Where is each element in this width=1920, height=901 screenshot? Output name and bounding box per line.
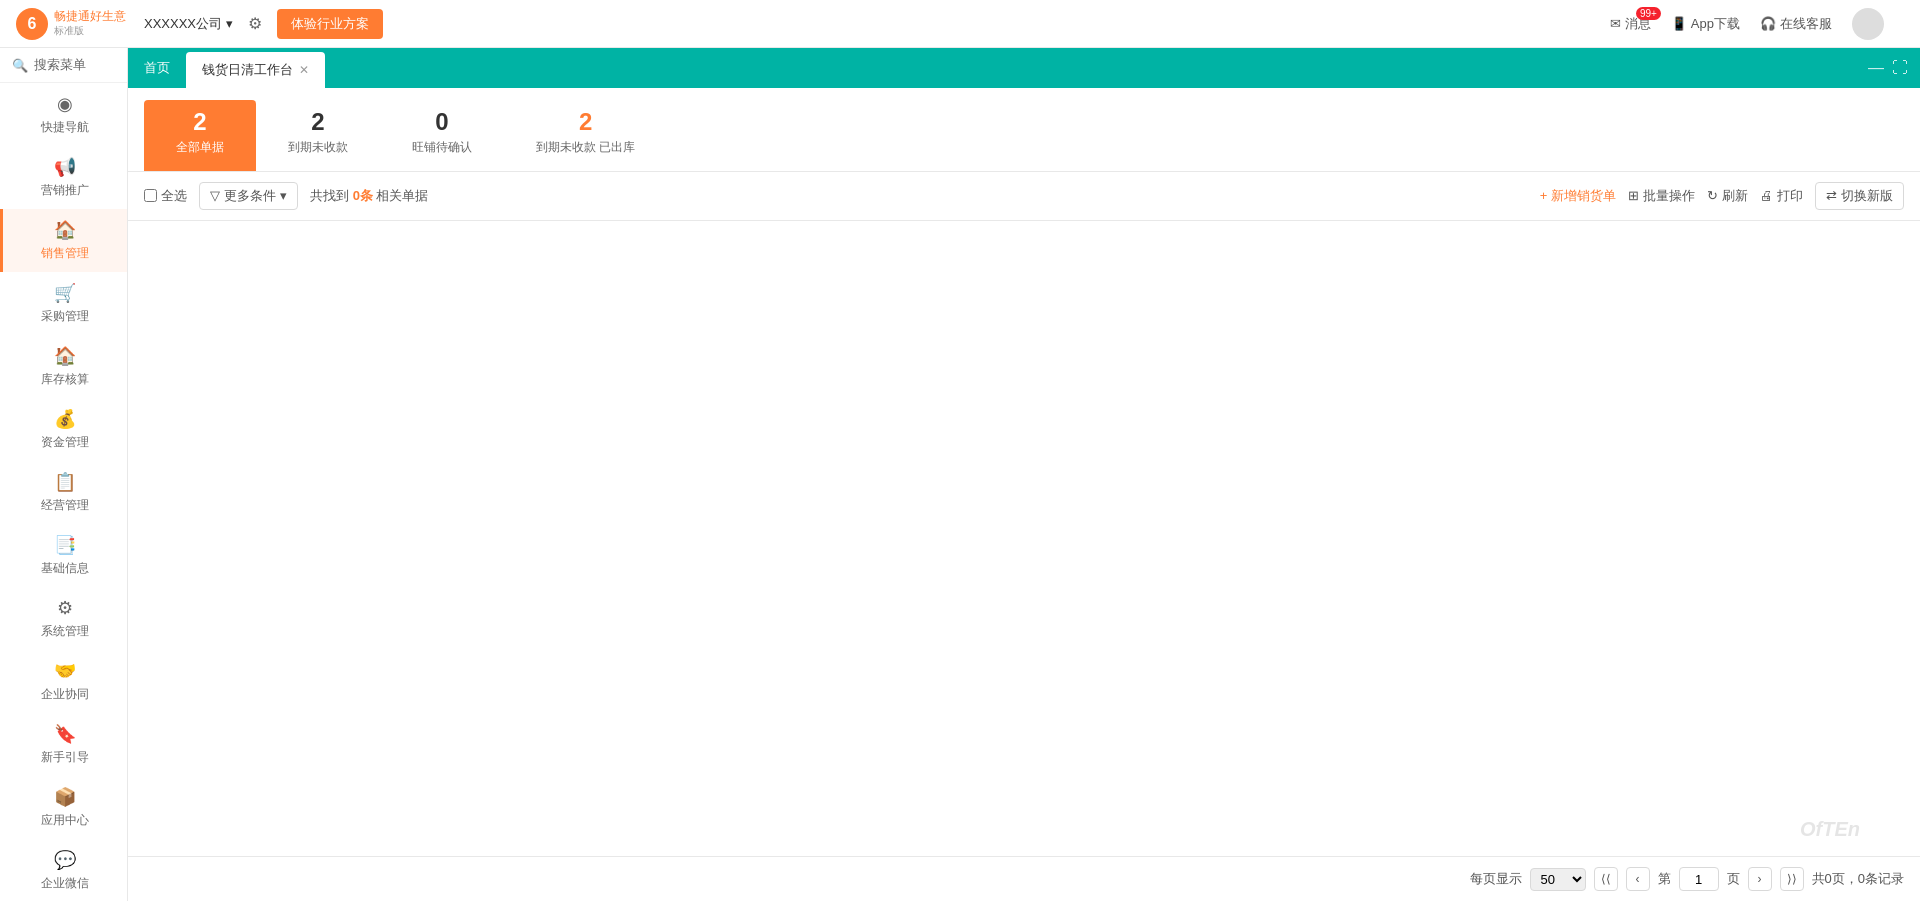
first-page-button[interactable]: ⟨⟨ — [1594, 867, 1618, 891]
batch-operation-button[interactable]: ⊞ 批量操作 — [1628, 187, 1695, 205]
sales-icon: 🏠 — [54, 219, 76, 241]
avatar[interactable] — [1852, 8, 1884, 40]
add-sales-button[interactable]: + 新增销货单 — [1540, 187, 1616, 205]
headset-icon: 🎧 — [1760, 16, 1776, 31]
system-icon: ⚙ — [57, 597, 73, 619]
sidebar-item-app-center[interactable]: 📦 应用中心 — [0, 776, 127, 839]
page-number-input[interactable] — [1679, 867, 1719, 891]
online-service-action[interactable]: 🎧 在线客服 — [1760, 15, 1832, 33]
print-icon: 🖨 — [1760, 188, 1773, 203]
page-content: 2 全部单据 2 到期未收款 0 旺铺待确认 2 到期未收款 已出库 — [128, 88, 1920, 901]
company-selector: XXXXXX公司 ▾ ⚙ 体验行业方案 — [144, 9, 1610, 39]
header-right: ✉ 消息 99+ 📱 App下载 🎧 在线客服 — [1610, 8, 1904, 40]
filter-button[interactable]: ▽ 更多条件 ▾ — [199, 182, 298, 210]
stat-tab-pending[interactable]: 0 旺铺待确认 — [380, 100, 504, 171]
experience-button[interactable]: 体验行业方案 — [277, 9, 383, 39]
finance-icon: 💰 — [54, 408, 76, 430]
toolbar: 全选 ▽ 更多条件 ▾ 共找到 0条 相关单据 + 新增销货单 — [128, 172, 1920, 221]
tab-expand-icon[interactable]: ⛶ — [1892, 59, 1908, 77]
sidebar-item-purchase[interactable]: 🛒 采购管理 — [0, 272, 127, 335]
chevron-down-icon: ▾ — [280, 188, 287, 203]
quick-nav-icon: ◉ — [57, 93, 73, 115]
main-layout: 🔍 搜索菜单 ◉ 快捷导航 📢 营销推广 🏠 销售管理 🛒 采购管理 🏠 库存核… — [0, 48, 1920, 901]
sidebar-item-enterprise[interactable]: 🤝 企业协同 — [0, 650, 127, 713]
basic-info-icon: 📑 — [54, 534, 76, 556]
message-action[interactable]: ✉ 消息 99+ — [1610, 15, 1651, 33]
batch-icon: ⊞ — [1628, 188, 1639, 203]
sidebar-item-wechat[interactable]: 💬 企业微信 — [0, 839, 127, 901]
stat-tab-shipped[interactable]: 2 到期未收款 已出库 — [504, 100, 667, 171]
found-count: 0条 — [353, 188, 373, 203]
logo-area: 6 畅捷通好生意 标准版 — [16, 8, 144, 40]
inventory-icon: 🏠 — [54, 345, 76, 367]
print-button[interactable]: 🖨 打印 — [1760, 187, 1803, 205]
sidebar-item-guide[interactable]: 🔖 新手引导 — [0, 713, 127, 776]
phone-icon: 📱 — [1671, 16, 1687, 31]
stats-tabs: 2 全部单据 2 到期未收款 0 旺铺待确认 2 到期未收款 已出库 — [128, 88, 1920, 172]
enterprise-icon: 🤝 — [54, 660, 76, 682]
app-center-icon: 📦 — [54, 786, 76, 808]
refresh-icon: ↻ — [1707, 188, 1718, 203]
sidebar-item-quick-nav[interactable]: ◉ 快捷导航 — [0, 83, 127, 146]
operations-icon: 📋 — [54, 471, 76, 493]
sidebar: 🔍 搜索菜单 ◉ 快捷导航 📢 营销推广 🏠 销售管理 🛒 采购管理 🏠 库存核… — [0, 48, 128, 901]
tab-bar: 首页 钱货日清工作台 ✕ — ⛶ — [128, 48, 1920, 88]
pagination-bar: 每页显示 50 100 200 ⟨⟨ ‹ 第 页 › ⟩⟩ 共0页，0条记录 — [128, 856, 1920, 901]
search-menu[interactable]: 🔍 搜索菜单 — [0, 48, 127, 83]
tab-bar-actions: — ⛶ — [1868, 59, 1920, 77]
sidebar-item-inventory[interactable]: 🏠 库存核算 — [0, 335, 127, 398]
search-icon: 🔍 — [12, 58, 28, 73]
switch-version-button[interactable]: ⇄ 切换新版 — [1815, 182, 1904, 210]
wechat-icon: 💬 — [54, 849, 76, 871]
found-text: 共找到 0条 相关单据 — [310, 187, 428, 205]
page-suffix: 页 — [1727, 870, 1740, 888]
sidebar-item-sales[interactable]: 🏠 销售管理 — [0, 209, 127, 272]
stat-tab-all[interactable]: 2 全部单据 — [144, 100, 256, 171]
sidebar-item-operations[interactable]: 📋 经营管理 — [0, 461, 127, 524]
tab-workbench[interactable]: 钱货日清工作台 ✕ — [186, 52, 325, 88]
tab-close-icon[interactable]: ✕ — [299, 63, 309, 77]
message-badge: 99+ — [1636, 7, 1661, 20]
per-page-select[interactable]: 50 100 200 — [1530, 868, 1586, 891]
sidebar-item-marketing[interactable]: 📢 营销推广 — [0, 146, 127, 209]
sidebar-item-finance[interactable]: 💰 资金管理 — [0, 398, 127, 461]
app-download-action[interactable]: 📱 App下载 — [1671, 15, 1740, 33]
message-icon: ✉ — [1610, 16, 1621, 31]
next-page-button[interactable]: › — [1748, 867, 1772, 891]
toolbar-right: + 新增销货单 ⊞ 批量操作 ↻ 刷新 🖨 打印 ⇄ — [1540, 182, 1904, 210]
total-label: 共0页，0条记录 — [1812, 870, 1904, 888]
company-name-dropdown[interactable]: XXXXXX公司 ▾ — [144, 15, 233, 33]
toolbar-left: 全选 ▽ 更多条件 ▾ 共找到 0条 相关单据 — [144, 182, 1528, 210]
select-all-checkbox[interactable]: 全选 — [144, 187, 187, 205]
switch-icon: ⇄ — [1826, 188, 1837, 203]
refresh-button[interactable]: ↻ 刷新 — [1707, 187, 1748, 205]
prev-page-button[interactable]: ‹ — [1626, 867, 1650, 891]
purchase-icon: 🛒 — [54, 282, 76, 304]
logo-text: 畅捷通好生意 — [54, 9, 126, 25]
page-label: 第 — [1658, 870, 1671, 888]
filter-icon: ▽ — [210, 188, 220, 203]
select-all-input[interactable] — [144, 189, 157, 202]
top-header: 6 畅捷通好生意 标准版 XXXXXX公司 ▾ ⚙ 体验行业方案 ✉ 消息 99… — [0, 0, 1920, 48]
logo-icon: 6 — [16, 8, 48, 40]
marketing-icon: 📢 — [54, 156, 76, 178]
per-page-label: 每页显示 — [1470, 870, 1522, 888]
table-area — [128, 221, 1920, 856]
logo-sub: 标准版 — [54, 24, 126, 38]
guide-icon: 🔖 — [54, 723, 76, 745]
chevron-down-icon: ▾ — [226, 16, 233, 31]
stat-tab-overdue[interactable]: 2 到期未收款 — [256, 100, 380, 171]
tab-minimize-icon[interactable]: — — [1868, 59, 1884, 77]
sidebar-item-system[interactable]: ⚙ 系统管理 — [0, 587, 127, 650]
last-page-button[interactable]: ⟩⟩ — [1780, 867, 1804, 891]
sidebar-item-basic-info[interactable]: 📑 基础信息 — [0, 524, 127, 587]
content-area: 首页 钱货日清工作台 ✕ — ⛶ 2 全部单据 2 到期未收款 — [128, 48, 1920, 901]
settings-icon[interactable]: ⚙ — [241, 10, 269, 38]
tab-home[interactable]: 首页 — [128, 48, 186, 88]
